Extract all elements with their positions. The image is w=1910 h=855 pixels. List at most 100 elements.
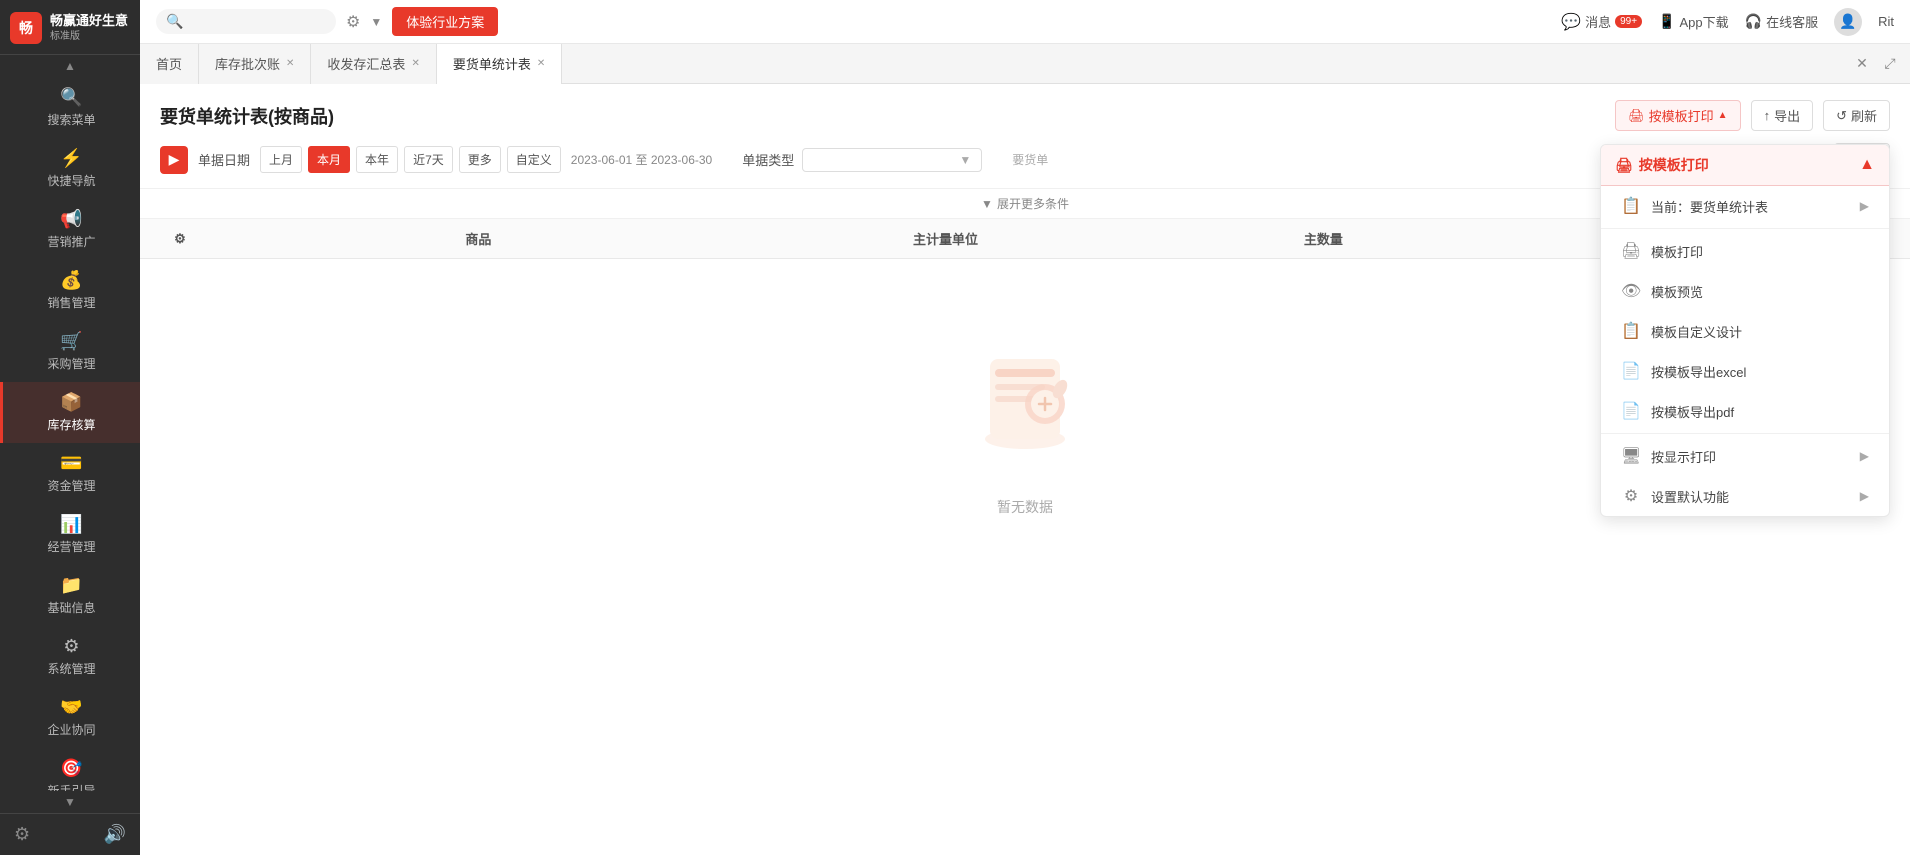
printer-icon: 🖨 [1628,108,1645,124]
date-btn-7days[interactable]: 近7天 [404,146,453,173]
sidebar-item-label: 新手引导 [47,782,95,791]
sidebar-item-sales[interactable]: 💰 销售管理 [0,260,140,321]
app-brand: 畅赢通好生意 [50,13,128,30]
filter-expand-btn[interactable]: ▶ [160,146,188,174]
sidebar-item-purchase[interactable]: 🛒 采购管理 [0,321,140,382]
date-btn-more[interactable]: 更多 [459,146,501,173]
dropdown-collapse-arrow[interactable]: ▲ [1859,156,1875,174]
tab-receivables-close[interactable]: ✕ [411,58,419,69]
sidebar-item-marketing[interactable]: 📢 营销推广 [0,199,140,260]
sidebar-item-quicknav[interactable]: ⚡ 快捷导航 [0,138,140,199]
topbar-right: 💬 消息 99+ 📱 App下载 🎧 在线客服 👤 Rit [1561,8,1894,36]
topbar-online-service[interactable]: 🎧 在线客服 [1745,12,1818,31]
dropdown-item-template-print[interactable]: 🖨 模板打印 [1601,231,1889,271]
experience-btn[interactable]: 体验行业方案 [392,7,498,36]
product-col-label: 商品 [465,232,491,247]
dropdown-divider-1 [1601,228,1889,229]
th-settings[interactable]: ⚙ [160,231,200,247]
sidebar-footer: ⚙ 🔊 [0,813,140,855]
sidebar-item-finance[interactable]: 💳 资金管理 [0,443,140,504]
dropdown-item-template-design[interactable]: 📋 模板自定义设计 [1601,311,1889,351]
sidebar-logo: 畅 畅赢通好生意 标准版 [0,0,140,55]
date-btn-this-month[interactable]: 本月 [308,146,350,173]
dropdown-header-label: 按模板打印 [1639,155,1709,175]
date-btn-custom[interactable]: 自定义 [507,146,561,173]
dropdown-item-current[interactable]: 📋 当前：要货单统计表 ▶ [1601,186,1889,226]
tab-order-stats[interactable]: 要货单统计表 ✕ [437,44,562,84]
sidebar-item-cooperation[interactable]: 🤝 企业协同 [0,687,140,748]
sidebar-item-label: 系统管理 [47,660,95,677]
default-settings-label: 设置默认功能 [1651,487,1729,506]
unit-col-label: 主计量单位 [913,232,978,247]
date-btn-last-month[interactable]: 上月 [260,146,302,173]
print-dropdown-icon: 🖨 [1615,157,1633,174]
username-label[interactable]: Rit [1878,14,1894,29]
sidebar-item-label: 基础信息 [47,599,95,616]
sidebar-item-operations[interactable]: 📊 经营管理 [0,504,140,565]
sidebar-item-inventory[interactable]: 📦 库存核算 [0,382,140,443]
topbar-message[interactable]: 💬 消息 99+ [1561,12,1642,32]
sidebar-item-system[interactable]: ⚙ 系统管理 [0,626,140,687]
dropdown-current-label: 当前：要货单统计表 [1651,197,1768,216]
template-print-label: 模板打印 [1651,242,1703,261]
page-content: 要货单统计表(按商品) 🖨 按模板打印 ▲ ↑ 导出 ↺ 刷新 [140,84,1910,855]
export-icon: ↑ [1764,108,1771,123]
date-range-label: 2023-06-01 至 2023-06-30 [571,151,712,168]
display-print-arrow: ▶ [1860,449,1869,463]
refresh-icon: ↺ [1836,108,1847,124]
dropdown-item-display-print[interactable]: 🖥 按显示打印 ▶ [1601,436,1889,476]
app-edition: 标准版 [50,30,128,43]
dropdown-item-export-excel[interactable]: 📄 按模板导出excel [1601,351,1889,391]
user-avatar[interactable]: 👤 [1834,8,1862,36]
sidebar-item-basics[interactable]: 📁 基础信息 [0,565,140,626]
message-badge: 99+ [1615,15,1642,28]
tab-home[interactable]: 首页 [140,44,199,84]
display-print-icon: 🖥 [1621,446,1641,466]
dropdown-divider-2 [1601,433,1889,434]
sidebar-item-label: 企业协同 [47,721,95,738]
page-header: 要货单统计表(按商品) 🖨 按模板打印 ▲ ↑ 导出 ↺ 刷新 [140,84,1910,131]
refresh-btn[interactable]: ↺ 刷新 [1823,100,1890,131]
close-window-btn[interactable]: ✕ [1852,54,1872,74]
tab-order-stats-close[interactable]: ✕ [537,58,545,69]
search-input[interactable] [189,15,289,29]
dropdown-item-export-pdf[interactable]: 📄 按模板导出pdf [1601,391,1889,431]
date-btn-this-year[interactable]: 本年 [356,146,398,173]
date-filter-label: 单据日期 [198,150,250,169]
tabbar: 首页 库存批次账 ✕ 收发存汇总表 ✕ 要货单统计表 ✕ ✕ ⤢ [140,44,1910,84]
sidebar-item-label: 经营管理 [47,538,95,555]
template-print-icon: 🖨 [1621,241,1641,261]
tab-inventory-batch-close[interactable]: ✕ [286,58,294,69]
maximize-window-btn[interactable]: ⤢ [1880,54,1900,74]
sidebar-item-guide[interactable]: 🎯 新手引导 [0,748,140,791]
topbar-dropdown-icon[interactable]: ▼ [370,15,382,29]
settings-footer-icon[interactable]: ⚙ [14,824,30,845]
sidebar-scroll-down[interactable]: ▼ [0,791,140,813]
empty-illustration [965,339,1085,481]
audio-footer-icon[interactable]: 🔊 [104,824,126,845]
export-pdf-icon: 📄 [1621,401,1641,421]
phone-topbar-icon: 📱 [1658,13,1675,30]
target-icon: 🎯 [60,758,82,779]
sidebar-scroll-up[interactable]: ▲ [0,55,140,77]
tab-inventory-batch[interactable]: 库存批次账 ✕ [199,44,311,84]
box-icon: 📦 [60,392,82,413]
print-btn[interactable]: 🖨 按模板打印 ▲ [1615,100,1740,131]
sidebar-item-label: 库存核算 [47,416,95,433]
default-settings-icon: ⚙ [1621,486,1641,506]
app-download-label: App下载 [1680,12,1729,31]
cart-icon: 🛒 [60,331,82,352]
template-preview-icon: 👁 [1621,281,1641,301]
topbar-app-download[interactable]: 📱 App下载 [1658,12,1729,31]
search-icon: 🔍 [60,87,82,108]
tab-receivables[interactable]: 收发存汇总表 ✕ [311,44,436,84]
main-area: 🔍 ⚙ ▼ 体验行业方案 💬 消息 99+ 📱 App下载 🎧 在线客服 👤 [140,0,1910,855]
topbar-settings-icon[interactable]: ⚙ [346,12,360,32]
dropdown-item-default-settings[interactable]: ⚙ 设置默认功能 ▶ [1601,476,1889,516]
topbar-search-box[interactable]: 🔍 [156,9,336,34]
type-filter-select[interactable]: ▼ [802,148,982,172]
sidebar-item-search[interactable]: 🔍 搜索菜单 [0,77,140,138]
dropdown-item-template-preview[interactable]: 👁 模板预览 [1601,271,1889,311]
export-btn[interactable]: ↑ 导出 [1751,100,1814,131]
sidebar-item-label: 采购管理 [47,355,95,372]
